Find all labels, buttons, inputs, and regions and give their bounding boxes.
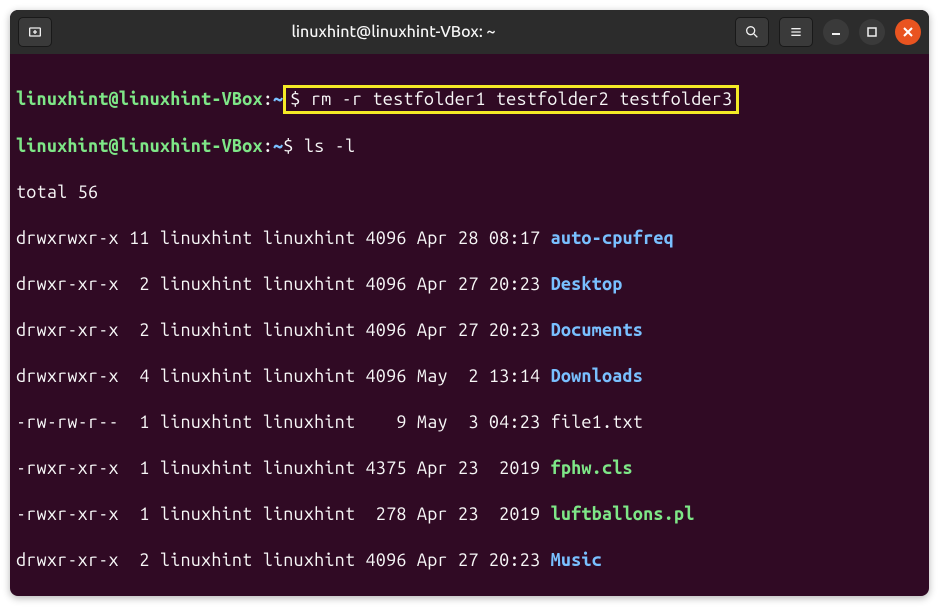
file-name: fphw.cls [551,458,633,478]
search-icon [744,24,760,40]
maximize-button[interactable] [859,19,885,45]
file-name: Documents [551,320,644,340]
ls-row: drwxr-xr-x 2 linuxhint linuxhint 4096 Ap… [16,319,923,342]
ls-row: -rwxr-xr-x 1 linuxhint linuxhint 278 Apr… [16,503,923,526]
prompt-line-1: linuxhint@linuxhint-VBox:~$ rm -r testfo… [16,87,923,112]
ls-command: ls -l [304,136,355,156]
file-name: auto-cpufreq [551,228,674,248]
terminal-body[interactable]: linuxhint@linuxhint-VBox:~$ rm -r testfo… [10,54,929,596]
rm-command: rm -r testfolder1 testfolder2 testfolder… [311,89,732,109]
total-line: total 56 [16,181,923,204]
ls-row: -rwxr-xr-x 1 linuxhint linuxhint 4375 Ap… [16,457,923,480]
ls-row: drwxr-xr-x 2 linuxhint linuxhint 4096 Ap… [16,549,923,572]
prompt-path: ~ [273,89,283,109]
new-tab-button[interactable] [18,17,52,47]
file-name: Desktop [551,274,623,294]
window-title: linuxhint@linuxhint-VBox: ~ [58,23,729,41]
hamburger-icon [788,24,804,40]
file-name: Music [551,550,602,570]
ls-row: drwxrwxr-x 11 linuxhint linuxhint 4096 A… [16,227,923,250]
close-icon [902,26,914,38]
highlighted-command: $ rm -r testfolder1 testfolder2 testfold… [283,85,739,114]
file-name: luftballons.pl [551,504,695,524]
ls-row: drwxrwxr-x 4 linuxhint linuxhint 4096 Ma… [16,365,923,388]
search-button[interactable] [735,17,769,47]
titlebar: linuxhint@linuxhint-VBox: ~ [10,10,929,54]
prompt-user: linuxhint@linuxhint-VBox [16,89,263,109]
file-name: Downloads [551,366,644,386]
terminal-window: linuxhint@linuxhint-VBox: ~ linuxhint@li… [10,10,929,596]
maximize-icon [866,26,878,38]
ls-row: drwxr-xr-x 2 linuxhint linuxhint 4096 Ap… [16,273,923,296]
minimize-icon [830,26,842,38]
ls-row: -rw-rw-r-- 1 linuxhint linuxhint 9 May 3… [16,411,923,434]
minimize-button[interactable] [823,19,849,45]
menu-button[interactable] [779,17,813,47]
ls-row: drwxr-xr-x 2 linuxhint linuxhint 4096 Ap… [16,595,923,596]
new-tab-icon [27,24,43,40]
close-button[interactable] [895,19,921,45]
file-name: file1.txt [551,412,644,432]
prompt-line-2: linuxhint@linuxhint-VBox:~$ ls -l [16,135,923,158]
